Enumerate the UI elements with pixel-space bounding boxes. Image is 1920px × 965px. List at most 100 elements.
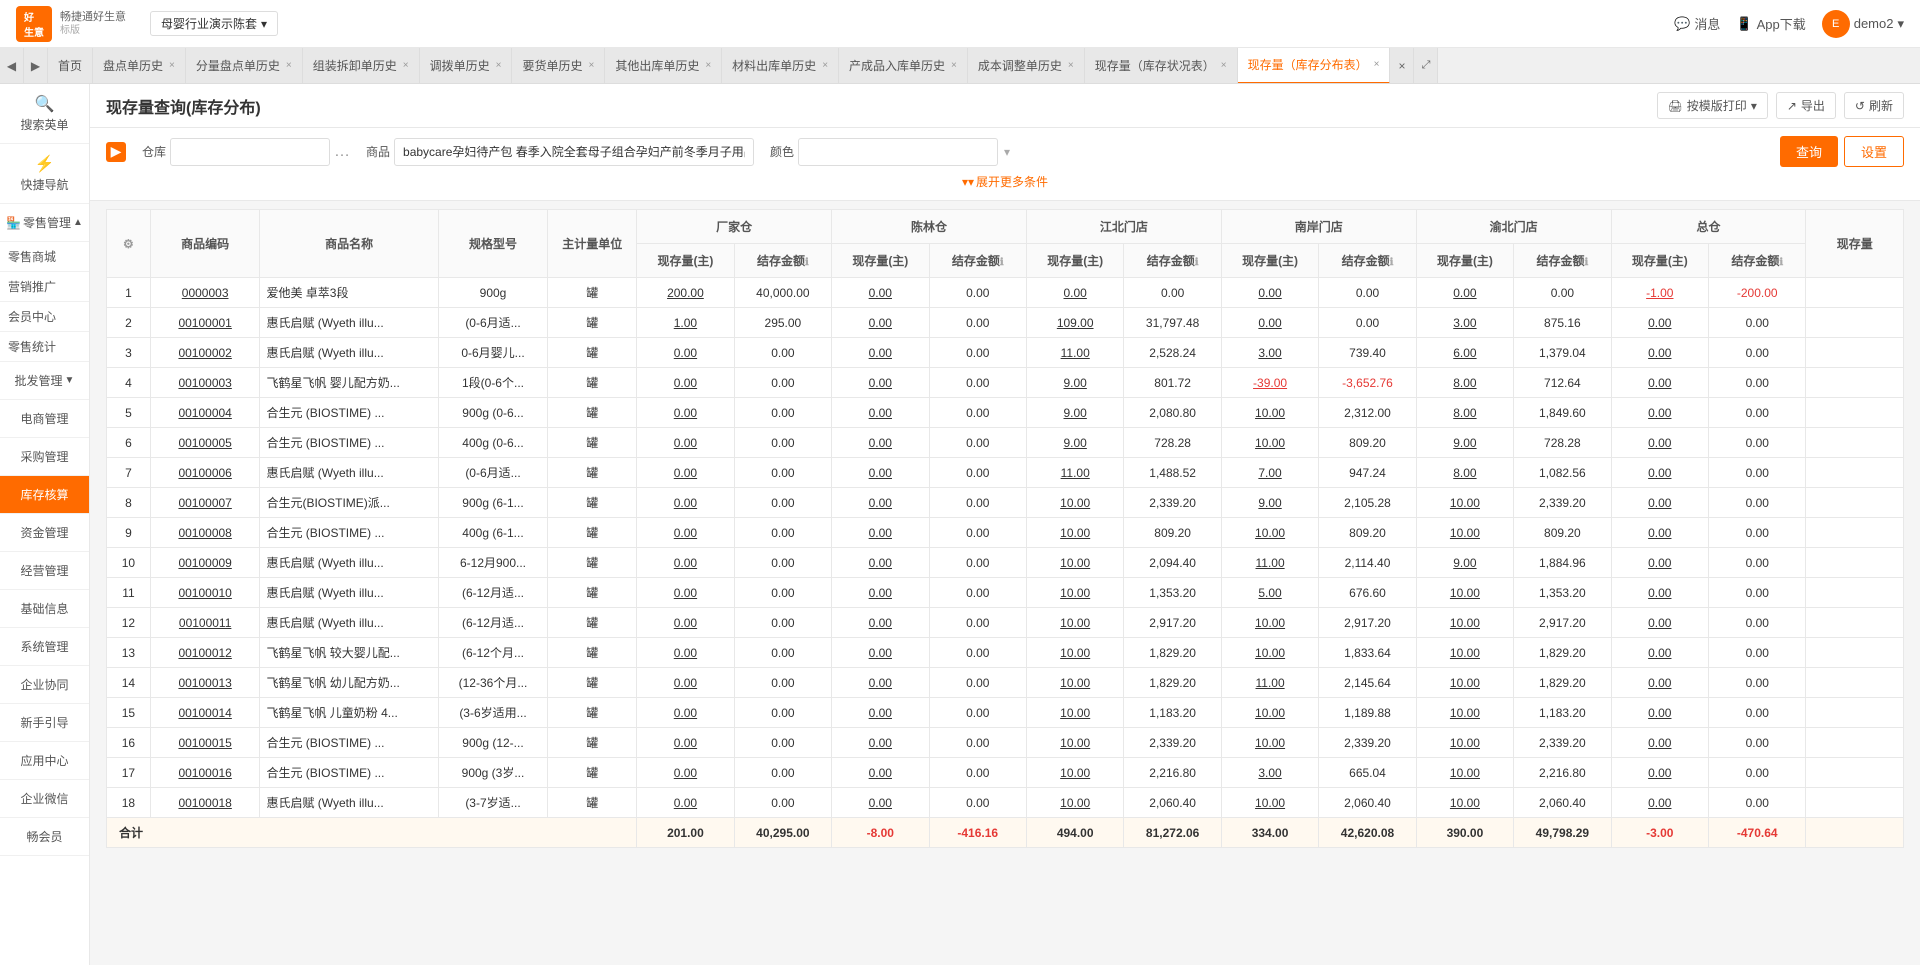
row-na-stock[interactable]: 0.00	[1221, 278, 1318, 308]
row-yb-stock[interactable]: 10.00	[1416, 638, 1513, 668]
row-na-stock[interactable]: 9.00	[1221, 488, 1318, 518]
row-cl-stock[interactable]: 0.00	[832, 338, 929, 368]
row-jb-stock[interactable]: 10.00	[1026, 668, 1123, 698]
row-cl-stock[interactable]: 0.00	[832, 608, 929, 638]
row-fc-stock[interactable]: 0.00	[637, 578, 734, 608]
sidebar-item-finance[interactable]: 资金管理	[0, 514, 89, 552]
tab-material-out[interactable]: 材料出库单历史 ×	[722, 48, 839, 84]
row-cl-stock[interactable]: 0.00	[832, 728, 929, 758]
row-code[interactable]: 00100002	[150, 338, 260, 368]
row-code[interactable]: 00100013	[150, 668, 260, 698]
row-jb-stock[interactable]: 10.00	[1026, 518, 1123, 548]
row-code[interactable]: 0000003	[150, 278, 260, 308]
export-btn[interactable]: ↗ 导出	[1776, 92, 1836, 119]
tab-close[interactable]: ×	[169, 60, 175, 71]
tab-inventory-single[interactable]: 盘点单历史 ×	[93, 48, 186, 84]
tab-transfer[interactable]: 调拨单历史 ×	[420, 48, 513, 84]
row-fc-stock[interactable]: 0.00	[637, 428, 734, 458]
row-fc-stock[interactable]: 0.00	[637, 548, 734, 578]
row-na-stock[interactable]: 10.00	[1221, 788, 1318, 818]
row-na-stock[interactable]: 10.00	[1221, 698, 1318, 728]
row-jb-stock[interactable]: 10.00	[1026, 698, 1123, 728]
tab-close[interactable]: ×	[1068, 60, 1074, 71]
sidebar-item-retail-stats[interactable]: 零售统计	[0, 332, 89, 362]
row-tot-stock[interactable]: 0.00	[1611, 368, 1708, 398]
expand-arrow[interactable]: ▶	[106, 142, 126, 162]
tab-inventory-sub[interactable]: 分量盘点单历史 ×	[186, 48, 303, 84]
row-jb-stock[interactable]: 9.00	[1026, 398, 1123, 428]
row-cl-stock[interactable]: 0.00	[832, 698, 929, 728]
row-code[interactable]: 00100011	[150, 608, 260, 638]
row-tot-stock[interactable]: 0.00	[1611, 578, 1708, 608]
row-cl-stock[interactable]: 0.00	[832, 368, 929, 398]
sidebar-item-retail-store[interactable]: 零售商城	[0, 242, 89, 272]
row-jb-stock[interactable]: 10.00	[1026, 578, 1123, 608]
row-tot-stock[interactable]: 0.00	[1611, 548, 1708, 578]
row-na-stock[interactable]: 10.00	[1221, 728, 1318, 758]
sidebar-item-search[interactable]: 🔍 搜索英单	[0, 84, 89, 144]
sidebar-item-vip[interactable]: 畅会员	[0, 818, 89, 856]
tabs-expand[interactable]: ⤢	[1414, 48, 1438, 84]
row-yb-stock[interactable]: 8.00	[1416, 368, 1513, 398]
row-cl-stock[interactable]: 0.00	[832, 308, 929, 338]
row-na-stock[interactable]: 0.00	[1221, 308, 1318, 338]
row-na-stock[interactable]: 3.00	[1221, 338, 1318, 368]
row-cl-stock[interactable]: 0.00	[832, 578, 929, 608]
sidebar-item-weixin[interactable]: 企业微信	[0, 780, 89, 818]
refresh-btn[interactable]: ↺ 刷新	[1844, 92, 1904, 119]
message-btn[interactable]: 💬 消息	[1674, 14, 1720, 33]
tabs-close-all[interactable]: ×	[1390, 48, 1414, 84]
row-tot-stock[interactable]: 0.00	[1611, 308, 1708, 338]
row-na-stock[interactable]: 3.00	[1221, 758, 1318, 788]
row-cl-stock[interactable]: 0.00	[832, 398, 929, 428]
row-code[interactable]: 00100003	[150, 368, 260, 398]
company-selector[interactable]: 母婴行业演示陈套 ▾	[150, 11, 278, 36]
row-code[interactable]: 00100005	[150, 428, 260, 458]
row-yb-stock[interactable]: 6.00	[1416, 338, 1513, 368]
row-code[interactable]: 00100009	[150, 548, 260, 578]
row-jb-stock[interactable]: 109.00	[1026, 308, 1123, 338]
row-tot-stock[interactable]: 0.00	[1611, 788, 1708, 818]
row-code[interactable]: 00100015	[150, 728, 260, 758]
row-cl-stock[interactable]: 0.00	[832, 638, 929, 668]
row-fc-stock[interactable]: 0.00	[637, 338, 734, 368]
row-na-stock[interactable]: 10.00	[1221, 428, 1318, 458]
row-cl-stock[interactable]: 0.00	[832, 428, 929, 458]
row-yb-stock[interactable]: 10.00	[1416, 698, 1513, 728]
goods-input[interactable]	[394, 138, 754, 166]
warehouse-input[interactable]	[170, 138, 330, 166]
row-yb-stock[interactable]: 10.00	[1416, 668, 1513, 698]
row-fc-stock[interactable]: 0.00	[637, 398, 734, 428]
row-na-stock[interactable]: 10.00	[1221, 398, 1318, 428]
table-container[interactable]: ⚙ 商品编码 商品名称 规格型号 主计量单位 厂家仓 陈林仓 江北门店 南岸门店…	[90, 201, 1920, 965]
row-code[interactable]: 00100010	[150, 578, 260, 608]
row-na-stock[interactable]: 11.00	[1221, 668, 1318, 698]
sidebar-item-ecommerce[interactable]: 电商管理	[0, 400, 89, 438]
row-jb-stock[interactable]: 9.00	[1026, 368, 1123, 398]
row-code[interactable]: 00100012	[150, 638, 260, 668]
row-code[interactable]: 00100014	[150, 698, 260, 728]
row-code[interactable]: 00100016	[150, 758, 260, 788]
row-jb-stock[interactable]: 11.00	[1026, 458, 1123, 488]
row-yb-stock[interactable]: 9.00	[1416, 428, 1513, 458]
tab-assemble[interactable]: 组装拆卸单历史 ×	[303, 48, 420, 84]
th-gear[interactable]: ⚙	[107, 210, 151, 278]
row-yb-stock[interactable]: 9.00	[1416, 548, 1513, 578]
row-yb-stock[interactable]: 10.00	[1416, 788, 1513, 818]
row-fc-stock[interactable]: 0.00	[637, 668, 734, 698]
tabs-prev[interactable]: ◀	[0, 48, 24, 84]
row-fc-stock[interactable]: 0.00	[637, 518, 734, 548]
row-tot-stock[interactable]: -1.00	[1611, 278, 1708, 308]
row-jb-stock[interactable]: 10.00	[1026, 638, 1123, 668]
row-tot-stock[interactable]: 0.00	[1611, 608, 1708, 638]
row-na-stock[interactable]: 7.00	[1221, 458, 1318, 488]
row-na-stock[interactable]: 10.00	[1221, 608, 1318, 638]
tab-home[interactable]: 首页	[48, 48, 93, 84]
row-cl-stock[interactable]: 0.00	[832, 518, 929, 548]
row-tot-stock[interactable]: 0.00	[1611, 728, 1708, 758]
tab-stock-dist[interactable]: 现存量（库存分布表） ×	[1238, 48, 1391, 84]
row-yb-stock[interactable]: 3.00	[1416, 308, 1513, 338]
tab-close[interactable]: ×	[822, 60, 828, 71]
row-na-stock[interactable]: 5.00	[1221, 578, 1318, 608]
row-code[interactable]: 00100006	[150, 458, 260, 488]
